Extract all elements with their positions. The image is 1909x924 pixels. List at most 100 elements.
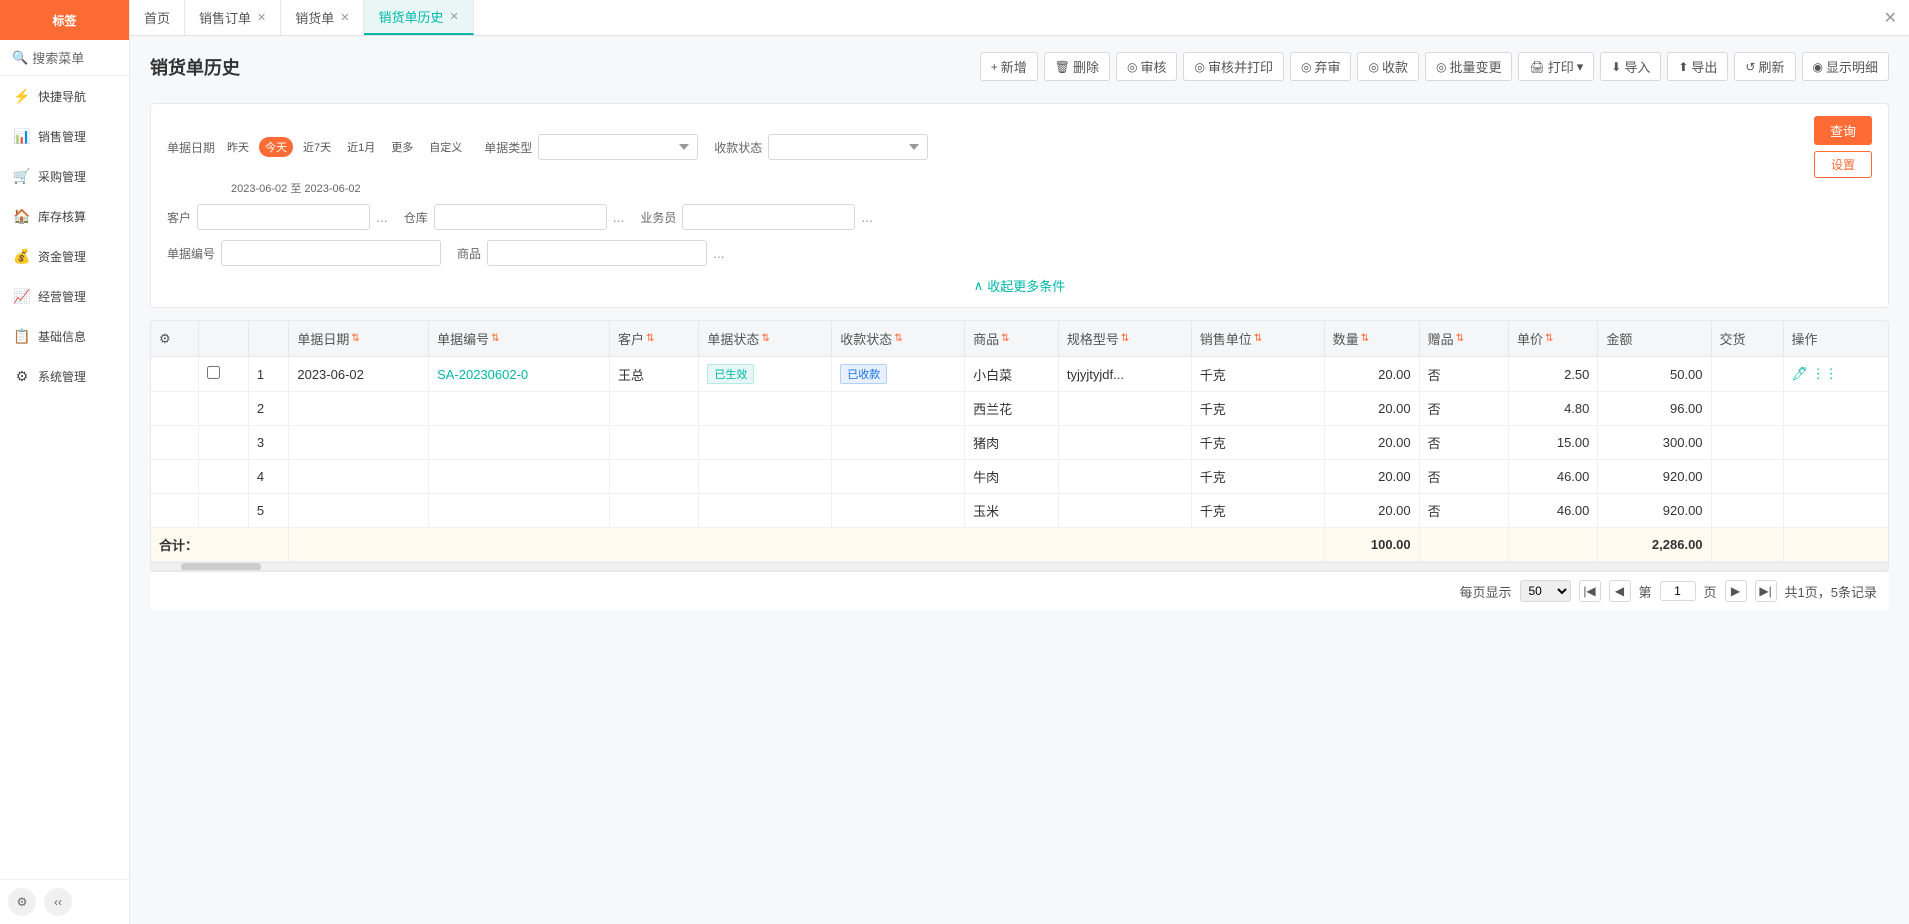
- sidebar-item-sales-mgmt[interactable]: 📊 销售管理: [0, 116, 129, 156]
- query-button[interactable]: 查询: [1814, 116, 1872, 145]
- filter-collapse-label: 收起更多条件: [987, 276, 1065, 295]
- toolbar-delete-btn[interactable]: 🗑删除: [1044, 52, 1110, 81]
- toolbar-audit-btn[interactable]: ◎审核: [1116, 52, 1178, 81]
- filter-collect-field: 收款状态: [714, 134, 928, 160]
- toolbar-refresh-btn[interactable]: ↺刷新: [1734, 52, 1795, 81]
- sidebar-item-purchase-mgmt[interactable]: 🛒 采购管理: [0, 156, 129, 196]
- page-prev-btn[interactable]: ◀: [1609, 580, 1631, 602]
- sidebar-item-finance-mgmt[interactable]: 💰 资金管理: [0, 236, 129, 276]
- th-doc-status[interactable]: 单据状态⇅: [699, 321, 832, 357]
- table-config-icon[interactable]: ⚙: [159, 331, 171, 346]
- action-more-link[interactable]: ⋮⋮: [1812, 366, 1838, 381]
- date-tag-custom[interactable]: 自定义: [423, 137, 468, 157]
- page-number-input[interactable]: [1660, 581, 1696, 601]
- page-label: 第: [1639, 582, 1652, 601]
- th-qty[interactable]: 数量⇅: [1324, 321, 1419, 357]
- filter-goods-input[interactable]: [487, 240, 707, 266]
- cell-action-1: [1783, 392, 1888, 426]
- sidebar-search[interactable]: 🔍 搜索菜单: [0, 40, 129, 76]
- sidebar-settings-btn[interactable]: ⚙: [8, 888, 36, 916]
- row-checkbox[interactable]: [207, 366, 220, 379]
- cell-docno-0[interactable]: SA-20230602-0: [429, 357, 610, 392]
- tab-sales-history[interactable]: 销货单历史✕: [364, 0, 473, 35]
- cell-spec-2: [1058, 426, 1191, 460]
- tab-close-sales-goods[interactable]: ✕: [340, 11, 349, 24]
- toolbar-collect-btn[interactable]: ◎ 收款: [1357, 52, 1419, 81]
- cell-price-4: 46.00: [1509, 494, 1598, 528]
- toolbar-btn-label-print: 打印: [1548, 57, 1574, 76]
- filter-collapse-btn[interactable]: ∧ 收起更多条件: [167, 276, 1872, 295]
- toolbar-new-btn[interactable]: +新增: [980, 52, 1038, 81]
- pagination-bar: 每页显示 50 100 200 |◀ ◀ 第 页 ▶ ▶| 共1页，5条记录: [150, 571, 1889, 610]
- filter-docno-input[interactable]: [221, 240, 441, 266]
- th-gift[interactable]: 赠品⇅: [1419, 321, 1508, 357]
- sidebar-item-basic-info[interactable]: 📋 基础信息: [0, 316, 129, 356]
- filter-warehouse-input[interactable]: [434, 204, 607, 230]
- filter-staff-input[interactable]: [682, 204, 855, 230]
- sort-icon-doc-status: ⇅: [761, 333, 769, 344]
- tab-close-sales-order[interactable]: ✕: [257, 11, 266, 24]
- toolbar-export-btn[interactable]: ⬆导出: [1667, 52, 1728, 81]
- th-label-doc-no: 单据编号: [437, 329, 489, 348]
- filter-customer-input[interactable]: [197, 204, 370, 230]
- date-tag-yesterday[interactable]: 昨天: [221, 137, 255, 157]
- th-spec[interactable]: 规格型号⇅: [1058, 321, 1191, 357]
- cell-trade-4: [1711, 494, 1783, 528]
- setting-button[interactable]: 设置: [1814, 151, 1872, 178]
- th-doc-date[interactable]: 单据日期⇅: [289, 321, 429, 357]
- search-icon: 🔍: [12, 50, 28, 66]
- toolbar-batch-change-btn[interactable]: ◎批量变更: [1425, 52, 1513, 81]
- toolbar-import-btn[interactable]: ⬇导入: [1600, 52, 1661, 81]
- sidebar-item-sys-mgmt[interactable]: ⚙ 系统管理: [0, 356, 129, 396]
- tab-home[interactable]: 首页: [130, 0, 185, 35]
- filter-collect-select[interactable]: [768, 134, 928, 160]
- th-unit[interactable]: 销售单位⇅: [1191, 321, 1324, 357]
- collect-icon: ◎: [1368, 60, 1378, 74]
- sidebar-label-sys-mgmt: 系统管理: [38, 368, 86, 385]
- th-customer[interactable]: 客户⇅: [609, 321, 698, 357]
- sidebar-item-quick-nav[interactable]: ⚡ 快捷导航: [0, 76, 129, 116]
- customer-picker-icon[interactable]: ...: [376, 209, 388, 225]
- sidebar-collapse-btn[interactable]: ‹‹: [44, 888, 72, 916]
- doc-no-link[interactable]: SA-20230602-0: [437, 367, 528, 382]
- toolbar-abandon-btn[interactable]: ◎弃审: [1290, 52, 1352, 81]
- sidebar-item-inventory[interactable]: 🏠 库存核算: [0, 196, 129, 236]
- date-tag-more[interactable]: 更多: [385, 137, 419, 157]
- th-checkbox: [198, 321, 248, 357]
- th-collect-status[interactable]: 收款状态⇅: [832, 321, 965, 357]
- page-first-btn[interactable]: |◀: [1579, 580, 1601, 602]
- toolbar-btn-label-collect: 收款: [1382, 57, 1408, 76]
- close-all-tabs-btn[interactable]: ✕: [1872, 8, 1909, 28]
- sidebar-item-ops-mgmt[interactable]: 📈 经营管理: [0, 276, 129, 316]
- page-title: 销货单历史: [150, 54, 240, 80]
- page-next-btn[interactable]: ▶: [1725, 580, 1747, 602]
- doc-status-badge: 已生效: [707, 364, 754, 384]
- sidebar-label-ops-mgmt: 经营管理: [38, 288, 86, 305]
- th-goods[interactable]: 商品⇅: [965, 321, 1059, 357]
- goods-picker-icon[interactable]: ...: [713, 245, 725, 261]
- tab-label-sales-order: 销售订单: [199, 8, 251, 27]
- filter-doctype-select[interactable]: [538, 134, 698, 160]
- per-page-select[interactable]: 50 100 200: [1520, 580, 1571, 602]
- tab-sales-order[interactable]: 销售订单 ✕: [185, 0, 281, 35]
- date-tag-today[interactable]: 今天: [259, 137, 293, 157]
- th-doc-no[interactable]: 单据编号⇅: [429, 321, 610, 357]
- toolbar-audit-print-btn[interactable]: ◎审核并打印: [1183, 52, 1284, 81]
- date-tag-week[interactable]: 近7天: [297, 137, 337, 157]
- cell-docno-3: [429, 460, 610, 494]
- date-tag-month[interactable]: 近1月: [341, 137, 381, 157]
- cell-rownum-3: 4: [248, 460, 289, 494]
- toolbar-print-btn[interactable]: 🖨打印▾: [1518, 52, 1594, 81]
- toolbar-show-detail-btn[interactable]: ◉显示明细: [1802, 52, 1890, 81]
- tab-close-sales-history[interactable]: ✕: [450, 10, 459, 23]
- sort-icon-doc-no: ⇅: [491, 333, 499, 344]
- warehouse-picker-icon[interactable]: ...: [613, 209, 625, 225]
- action-edit-link[interactable]: 🖊: [1792, 366, 1809, 381]
- page-last-btn[interactable]: ▶|: [1755, 580, 1777, 602]
- tab-sales-goods[interactable]: 销货单✕: [281, 0, 364, 35]
- th-price[interactable]: 单价⇅: [1509, 321, 1598, 357]
- filter-warehouse-field: 仓库 ...: [404, 204, 625, 230]
- staff-picker-icon[interactable]: ...: [861, 209, 873, 225]
- th-label-doc-date: 单据日期: [297, 329, 349, 348]
- cell-docdate-2: [289, 426, 429, 460]
